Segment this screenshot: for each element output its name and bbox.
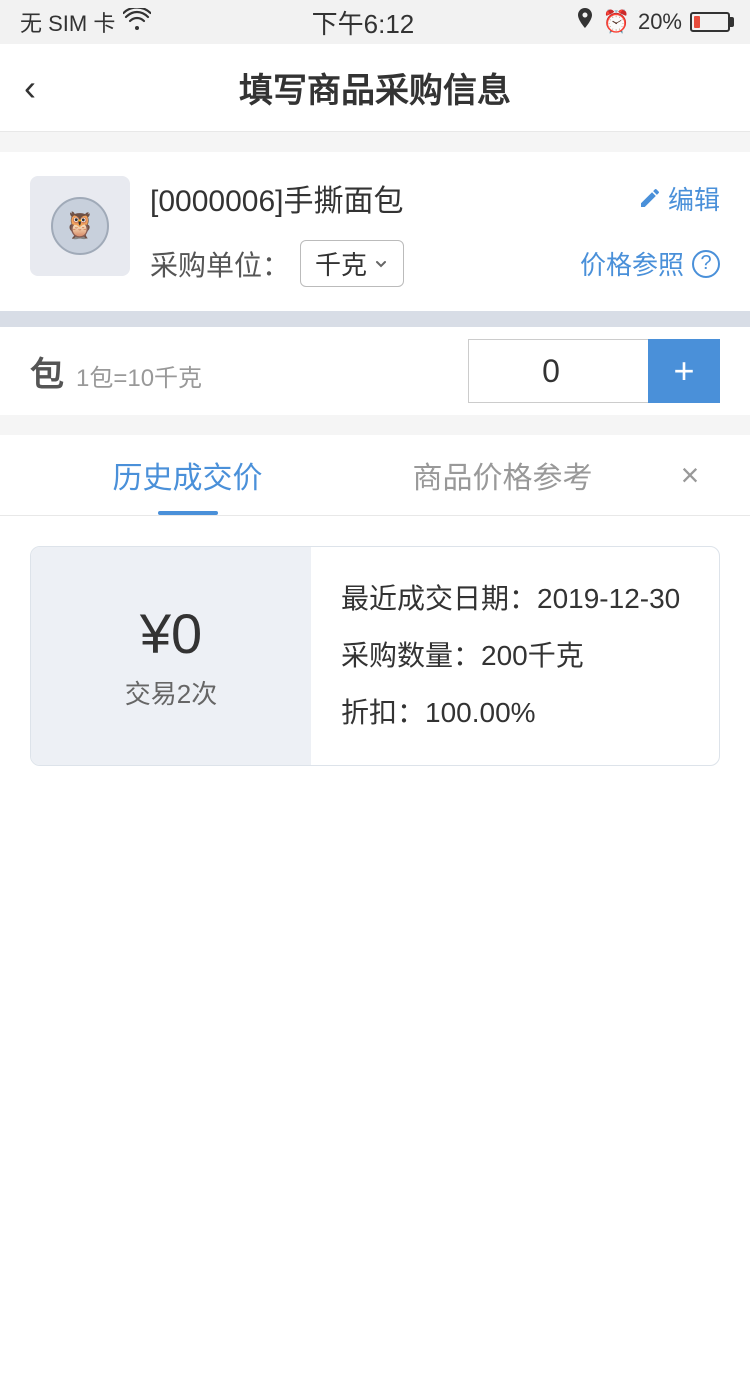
battery-percent: 20% — [638, 9, 682, 35]
bottom-area — [0, 796, 750, 1396]
history-content: ¥0 交易2次 最近成交日期：2019-12-30 采购数量：200千克 折扣：… — [0, 516, 750, 796]
status-time: 下午6:12 — [312, 4, 415, 41]
product-id: [0000006] — [150, 185, 283, 218]
product-logo-icon: 🦉 — [50, 196, 110, 256]
alarm-icon: ⏰ — [603, 9, 630, 35]
purchase-unit: 采购单位： 千克 — [150, 240, 404, 287]
product-name: [0000006]手撕面包 — [150, 176, 403, 220]
purchase-qty-row: 采购数量：200千克 — [341, 634, 689, 679]
tab-reference-label: 商品价格参考 — [413, 453, 593, 497]
purchase-unit-label: 采购单位： — [150, 244, 290, 284]
purchase-row: 采购单位： 千克 价格参照 ? — [150, 240, 720, 287]
price-reference-button[interactable]: 价格参照 ? — [580, 245, 720, 282]
history-price-value: ¥0 — [140, 601, 202, 666]
recent-date-label: 最近成交日期： — [341, 583, 537, 614]
status-bar: 无 SIM 卡 下午6:12 ⏰ 20% — [0, 0, 750, 44]
edit-icon — [638, 186, 662, 210]
product-header-row: [0000006]手撕面包 编辑 — [150, 176, 720, 220]
quantity-label: 包 1包=10千克 — [30, 347, 202, 396]
price-ref-label: 价格参照 — [580, 245, 684, 282]
purchase-qty-value: 200千克 — [481, 640, 584, 671]
tab-close-button[interactable]: × — [660, 445, 720, 505]
product-info: [0000006]手撕面包 编辑 采购单位： 千克 — [150, 176, 720, 287]
price-number: 0 — [171, 602, 202, 665]
tab-bar: 历史成交价 商品价格参考 × — [0, 435, 750, 516]
product-title: 手撕面包 — [283, 185, 403, 218]
svg-text:🦉: 🦉 — [64, 210, 96, 240]
page-header: ‹ 填写商品采购信息 — [0, 44, 750, 132]
wifi-icon — [123, 8, 151, 36]
unit-main-label: 包 — [30, 347, 64, 396]
purchase-qty-label: 采购数量： — [341, 640, 481, 671]
battery-icon — [690, 12, 730, 32]
chevron-down-icon — [373, 256, 389, 272]
location-icon — [575, 8, 595, 36]
tab-history-price[interactable]: 历史成交价 — [30, 435, 345, 515]
product-thumbnail: 🦉 — [30, 176, 130, 276]
tab-history-label: 历史成交价 — [113, 453, 263, 497]
recent-date-row: 最近成交日期：2019-12-30 — [341, 577, 689, 622]
edit-label: 编辑 — [668, 180, 720, 217]
quantity-section: 包 1包=10千克 + — [0, 327, 750, 415]
history-trades-count: 交易2次 — [125, 674, 217, 711]
back-button[interactable]: ‹ — [24, 67, 36, 109]
product-row: 🦉 [0000006]手撕面包 编辑 采购单位： 千克 — [30, 176, 720, 287]
price-symbol: ¥ — [140, 602, 171, 665]
discount-row: 折扣：100.00% — [341, 691, 689, 736]
unit-conversion-label: 1包=10千克 — [76, 358, 202, 393]
edit-button[interactable]: 编辑 — [638, 180, 720, 217]
unit-value: 千克 — [315, 245, 367, 282]
recent-date-value: 2019-12-30 — [537, 583, 680, 614]
tab-section: 历史成交价 商品价格参考 × ¥0 交易2次 最近成交日期：2019-12-30… — [0, 435, 750, 796]
section-divider — [0, 311, 750, 327]
quantity-plus-button[interactable]: + — [648, 339, 720, 403]
history-card: ¥0 交易2次 最近成交日期：2019-12-30 采购数量：200千克 折扣：… — [30, 546, 720, 766]
status-carrier: 无 SIM 卡 — [20, 6, 151, 38]
history-price-panel: ¥0 交易2次 — [31, 547, 311, 765]
tab-price-reference[interactable]: 商品价格参考 — [345, 435, 660, 515]
status-right-group: ⏰ 20% — [575, 8, 730, 36]
page-title: 填写商品采购信息 — [239, 63, 511, 112]
carrier-text: 无 SIM 卡 — [20, 6, 115, 38]
discount-label: 折扣： — [341, 697, 425, 728]
discount-value: 100.00% — [425, 697, 536, 728]
quantity-control: + — [468, 339, 720, 403]
price-ref-info-icon: ? — [692, 250, 720, 278]
unit-selector[interactable]: 千克 — [300, 240, 404, 287]
quantity-input[interactable] — [468, 339, 648, 403]
product-section: 🦉 [0000006]手撕面包 编辑 采购单位： 千克 — [0, 152, 750, 311]
history-details-panel: 最近成交日期：2019-12-30 采购数量：200千克 折扣：100.00% — [311, 547, 719, 765]
